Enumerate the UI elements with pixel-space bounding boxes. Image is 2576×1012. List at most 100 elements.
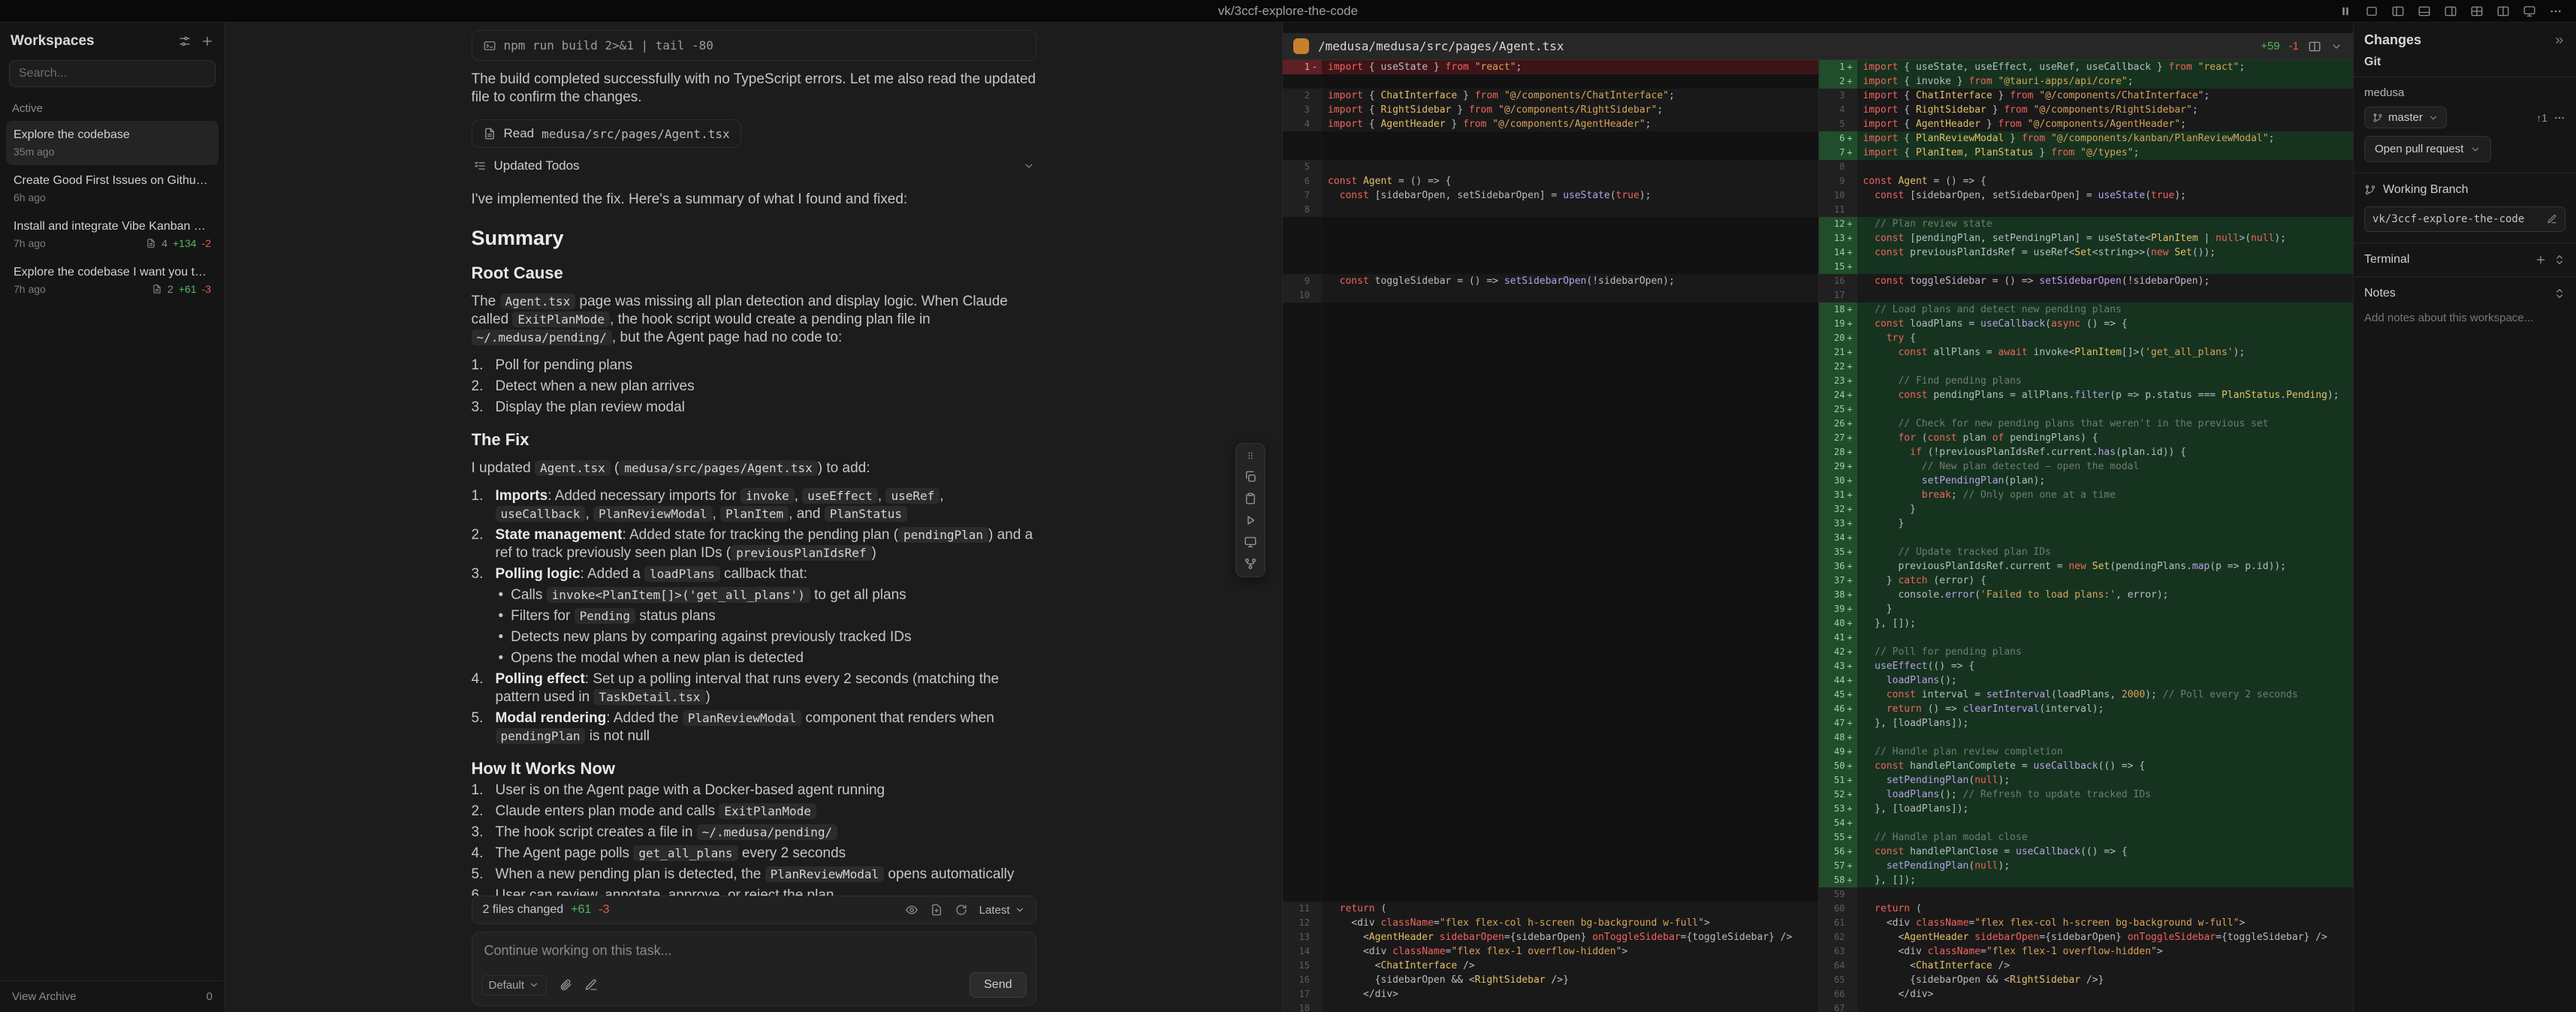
diff-code-line: {sidebarOpen && <RightSidebar />}: [1322, 973, 1818, 987]
send-button[interactable]: Send: [970, 972, 1026, 998]
collapse-diff-icon[interactable]: [2330, 41, 2342, 53]
read-file-tool[interactable]: Read medusa/src/pages/Agent.tsx: [472, 119, 741, 148]
deletions: -3: [202, 283, 211, 295]
diff-gutter: [1283, 859, 1322, 873]
changes-summary-bar[interactable]: 2 files changed +61 -3 Latest: [472, 896, 1036, 924]
preview-icon[interactable]: [1244, 535, 1257, 549]
git-fork-icon[interactable]: [1244, 557, 1257, 571]
diff-row: 36+ previousPlanIdsRef.current = new Set…: [1283, 559, 2353, 574]
conversation-scroll[interactable]: npm run build 2>&1 | tail -80 The build …: [472, 23, 1036, 896]
fix-heading: The Fix: [472, 430, 1036, 450]
diff-code-line: [1857, 631, 2354, 645]
diff-gutter: 11: [1283, 902, 1322, 916]
collapse-panel-icon[interactable]: [2553, 35, 2565, 47]
notes-placeholder[interactable]: Add notes about this workspace...: [2354, 310, 2576, 326]
diff-gutter: [1283, 345, 1322, 360]
grid-layout-icon[interactable]: [2470, 5, 2484, 18]
diff-code-line: <div className="flex flex-col h-screen b…: [1322, 916, 1818, 930]
diff-code-line: [1322, 588, 1818, 602]
diff-view-icon[interactable]: [930, 903, 943, 917]
visibility-icon[interactable]: [905, 903, 918, 917]
diff-code-line: [1322, 730, 1818, 745]
diff-code-line: console.error('Failed to load plans:', e…: [1857, 588, 2354, 602]
diff-gutter: [1283, 217, 1322, 231]
display-icon[interactable]: [2523, 5, 2536, 18]
assistant-paragraph: I've implemented the fix. Here's a summa…: [472, 191, 1036, 209]
working-branch-input[interactable]: vk/3ccf-explore-the-code: [2364, 206, 2565, 232]
drag-handle-icon[interactable]: [1244, 450, 1256, 462]
workspace-timestamp: 7h ago: [14, 283, 46, 295]
diff-gutter: [1283, 788, 1322, 802]
edit-icon[interactable]: [584, 978, 598, 992]
pause-icon[interactable]: [2339, 5, 2352, 18]
diff-gutter: [1283, 131, 1322, 146]
list-item: 1.Poll for pending plans: [472, 357, 1036, 375]
layout-panel-bottom-icon[interactable]: [2418, 5, 2431, 18]
add-workspace-icon[interactable]: [201, 35, 214, 48]
workspace-item[interactable]: Explore the codebase I want you to ex...…: [6, 258, 219, 303]
chevron-down-icon[interactable]: [1023, 160, 1035, 172]
updated-todos-row[interactable]: Updated Todos: [472, 151, 1036, 181]
layout-sidebar-right-icon[interactable]: [2444, 5, 2457, 18]
diff-code-line: // New plan detected — open the modal: [1857, 459, 2354, 474]
open-pull-request-button[interactable]: Open pull request: [2364, 136, 2491, 162]
diff-gutter: 8: [1283, 203, 1322, 217]
copy-icon[interactable]: [1244, 470, 1257, 483]
app-window: vk/3ccf-explore-the-code Workspaces Acti…: [0, 0, 2576, 1012]
run-icon[interactable]: [1244, 514, 1257, 527]
diff-code-line: for (const plan of pendingPlans) {: [1857, 431, 2354, 445]
workspace-item[interactable]: Explore the codebase35m ago: [6, 121, 219, 165]
branch-selector[interactable]: master: [2364, 107, 2447, 128]
model-selector[interactable]: Default: [481, 975, 547, 995]
layout-sidebar-left-icon[interactable]: [2391, 5, 2405, 18]
diff-gutter: 7+: [1818, 146, 1857, 160]
split-view-icon[interactable]: [2308, 40, 2321, 53]
expand-notes-icon[interactable]: [2553, 288, 2565, 300]
diff-row: 32+ }: [1283, 502, 2353, 517]
stop-icon[interactable]: [2365, 5, 2378, 18]
terminal-section[interactable]: Terminal: [2354, 243, 2576, 276]
git-menu-icon[interactable]: [2553, 112, 2565, 124]
diff-code-line: [1322, 388, 1818, 402]
workspace-title: Explore the codebase: [14, 128, 211, 142]
diff-code-line: [1322, 773, 1818, 788]
diff-code-line: }: [1857, 602, 2354, 616]
diff-gutter: 65: [1818, 973, 1857, 987]
diff-gutter: 43+: [1818, 659, 1857, 673]
new-terminal-icon[interactable]: [2535, 254, 2547, 266]
attach-icon[interactable]: [559, 978, 572, 992]
split-columns-icon[interactable]: [2496, 5, 2510, 18]
clipboard-icon[interactable]: [1244, 492, 1257, 505]
diff-gutter: 51+: [1818, 773, 1857, 788]
version-dropdown[interactable]: Latest: [979, 904, 1025, 917]
working-branch-section: Working Branch: [2354, 173, 2576, 206]
diff-code-line: const [sidebarOpen, setSidebarOpen] = us…: [1857, 188, 2354, 203]
workspace-item[interactable]: Install and integrate Vibe Kanban Web...…: [6, 212, 219, 257]
notes-label: Notes: [2364, 287, 2396, 300]
workspace-item[interactable]: Create Good First Issues on Github So...…: [6, 167, 219, 211]
terminal-output-block[interactable]: npm run build 2>&1 | tail -80: [472, 30, 1036, 61]
view-archive-link[interactable]: View Archive: [12, 990, 77, 1003]
diff-code-line: [1322, 645, 1818, 659]
message-input[interactable]: Continue working on this task...: [481, 941, 1027, 960]
expand-terminal-icon[interactable]: [2553, 254, 2565, 266]
diff-code-line: <AgentHeader sidebarOpen={sidebarOpen} o…: [1857, 930, 2354, 944]
conversation-panel: npm run build 2>&1 | tail -80 The build …: [225, 23, 1282, 1012]
workspace-settings-icon[interactable]: [178, 35, 192, 48]
diff-code-line: [1322, 303, 1818, 317]
diff-code-line: [1322, 873, 1818, 887]
modified-file-icon: [1293, 38, 1309, 54]
diff-row: 12+ // Plan review state: [1283, 217, 2353, 231]
diff-gutter: 14: [1283, 944, 1322, 959]
diff-row: 53+ }, [loadPlans]);: [1283, 802, 2353, 816]
diff-row: 14+ const previousPlanIdsRef = useRef<Se…: [1283, 245, 2353, 260]
notes-section[interactable]: Notes: [2354, 277, 2576, 310]
diff-code-line: return (: [1322, 902, 1818, 916]
refresh-icon[interactable]: [955, 903, 968, 917]
diff-code-line: import { PlanItem, PlanStatus } from "@/…: [1857, 146, 2354, 160]
search-input[interactable]: [9, 60, 216, 87]
more-options-icon[interactable]: [2549, 5, 2562, 18]
diff-gutter: [1283, 331, 1322, 345]
edit-branch-icon[interactable]: [2547, 214, 2557, 224]
diff-code-line: }: [1857, 517, 2354, 531]
